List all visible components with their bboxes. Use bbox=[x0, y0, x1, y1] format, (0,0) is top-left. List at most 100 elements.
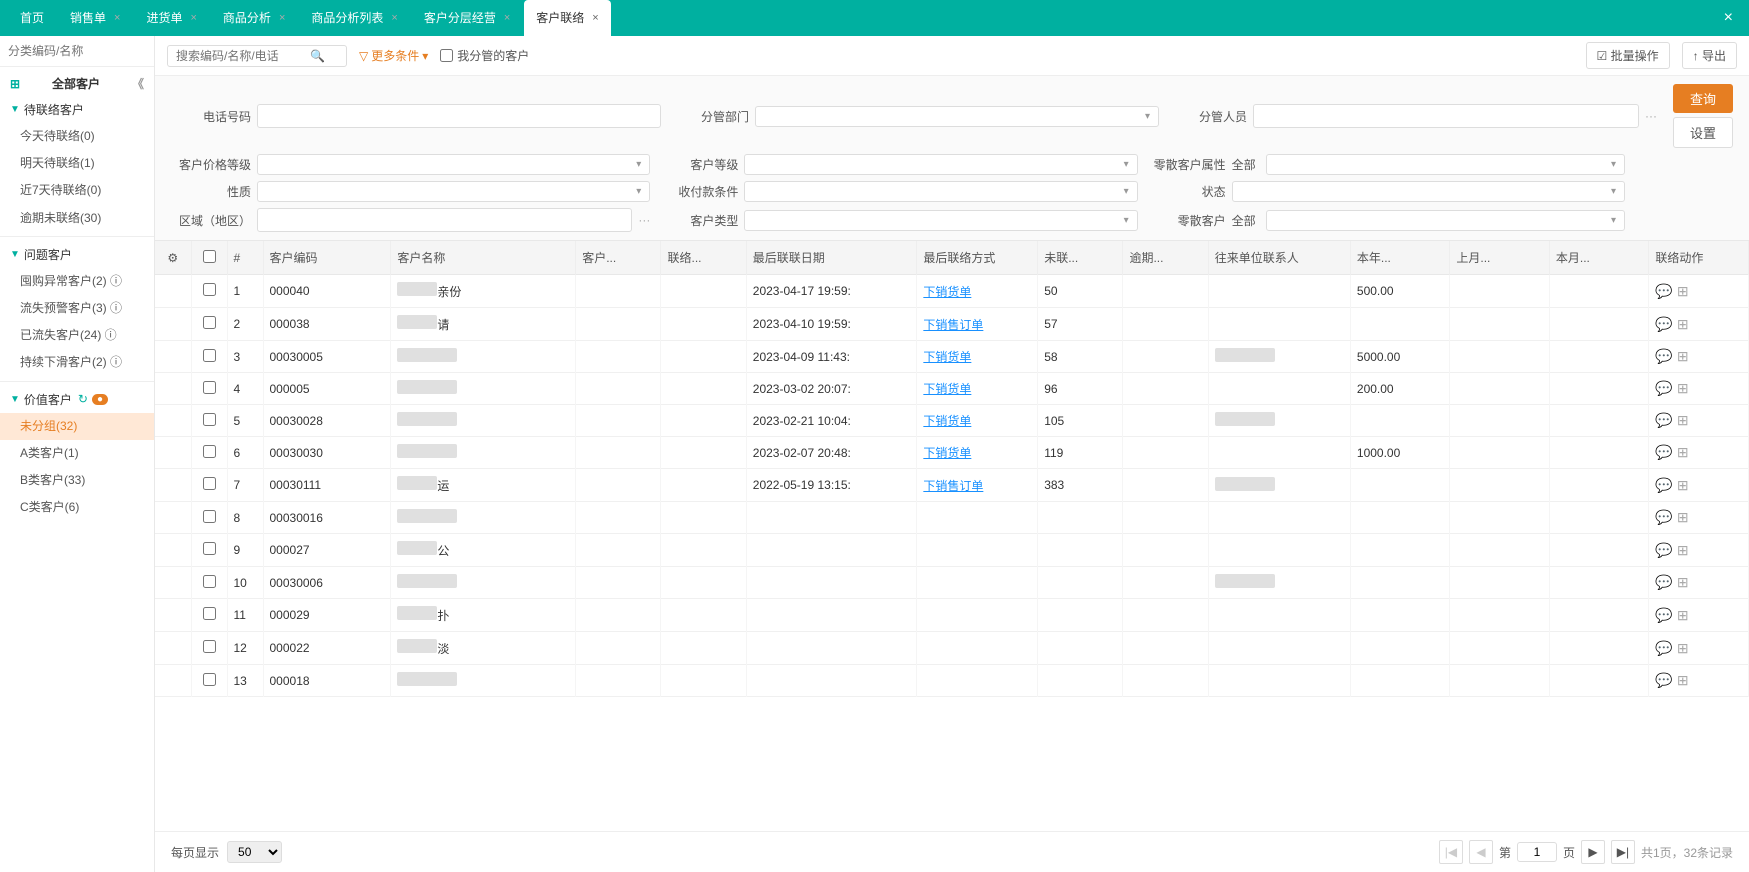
sidebar-item-classA[interactable]: A类客户(1) bbox=[0, 440, 154, 467]
current-page-input[interactable] bbox=[1517, 842, 1557, 862]
grid-action-icon[interactable]: ⊞ bbox=[1677, 607, 1689, 624]
close-purchase-icon[interactable]: × bbox=[190, 0, 196, 36]
scatter-attr-select[interactable]: ▾ bbox=[1266, 154, 1625, 175]
chat-icon[interactable]: 💬 bbox=[1655, 348, 1672, 365]
td-checkbox[interactable] bbox=[191, 632, 227, 665]
sidebar-search-input[interactable] bbox=[8, 44, 155, 58]
sidebar-item-classB[interactable]: B类客户(33) bbox=[0, 467, 154, 494]
my-customers-checkbox[interactable]: 我分管的客户 bbox=[440, 47, 529, 64]
row-checkbox[interactable] bbox=[203, 607, 216, 620]
sidebar-item-churned[interactable]: 已流失客户(24) ⓘ bbox=[0, 322, 154, 349]
grid-action-icon[interactable]: ⊞ bbox=[1677, 283, 1689, 300]
chat-icon[interactable]: 💬 bbox=[1655, 316, 1672, 333]
group-problem[interactable]: ▼ 问题客户 bbox=[0, 241, 154, 268]
last-method-link[interactable]: 下销售订单 bbox=[923, 318, 983, 332]
td-checkbox[interactable] bbox=[191, 567, 227, 599]
reset-button[interactable]: 设置 bbox=[1673, 117, 1733, 148]
manager-dotdot-icon[interactable]: ··· bbox=[1645, 109, 1657, 123]
grid-action-icon[interactable]: ⊞ bbox=[1677, 574, 1689, 591]
grid-action-icon[interactable]: ⊞ bbox=[1677, 672, 1689, 689]
last-method-link[interactable]: 下销货单 bbox=[923, 350, 971, 364]
next-page-button[interactable]: ▶ bbox=[1581, 840, 1605, 864]
close-pa-icon[interactable]: × bbox=[279, 0, 285, 36]
chat-icon[interactable]: 💬 bbox=[1655, 412, 1672, 429]
th-checkbox[interactable] bbox=[191, 241, 227, 275]
row-checkbox[interactable] bbox=[203, 542, 216, 555]
grid-action-icon[interactable]: ⊞ bbox=[1677, 412, 1689, 429]
page-size-select[interactable]: 50 100 200 bbox=[227, 841, 282, 863]
grid-action-icon[interactable]: ⊞ bbox=[1677, 444, 1689, 461]
first-page-button[interactable]: |◀ bbox=[1439, 840, 1463, 864]
row-checkbox[interactable] bbox=[203, 477, 216, 490]
nav-customer-contact[interactable]: 客户联络 × bbox=[524, 0, 610, 36]
row-checkbox[interactable] bbox=[203, 445, 216, 458]
td-checkbox[interactable] bbox=[191, 534, 227, 567]
grid-action-icon[interactable]: ⊞ bbox=[1677, 542, 1689, 559]
td-checkbox[interactable] bbox=[191, 502, 227, 534]
th-name[interactable]: 客户名称 bbox=[391, 241, 576, 275]
filter-search-box[interactable]: 🔍 bbox=[167, 45, 347, 67]
chat-icon[interactable]: 💬 bbox=[1655, 640, 1672, 657]
payment-select[interactable]: ▾ bbox=[744, 181, 1137, 202]
th-this-month[interactable]: 本月... bbox=[1549, 241, 1649, 275]
dept-select[interactable]: ▾ bbox=[755, 106, 1159, 127]
sidebar-item-today[interactable]: 今天待联络(0) bbox=[0, 123, 154, 150]
grid-action-icon[interactable]: ⊞ bbox=[1677, 380, 1689, 397]
chat-icon[interactable]: 💬 bbox=[1655, 672, 1672, 689]
chat-icon[interactable]: 💬 bbox=[1655, 509, 1672, 526]
region-input[interactable] bbox=[257, 208, 632, 232]
grade-select[interactable]: ▾ bbox=[744, 154, 1137, 175]
row-checkbox[interactable] bbox=[203, 283, 216, 296]
th-unit-contact[interactable]: 往来单位联系人 bbox=[1208, 241, 1350, 275]
filter-search-icon[interactable]: 🔍 bbox=[310, 49, 325, 63]
window-close-button[interactable]: × bbox=[1716, 9, 1741, 27]
td-checkbox[interactable] bbox=[191, 469, 227, 502]
scatter-select[interactable]: ▾ bbox=[1266, 210, 1625, 231]
row-checkbox[interactable] bbox=[203, 673, 216, 686]
grid-action-icon[interactable]: ⊞ bbox=[1677, 640, 1689, 657]
export-button[interactable]: ↑ 导出 bbox=[1682, 42, 1737, 69]
row-checkbox[interactable] bbox=[203, 381, 216, 394]
td-checkbox[interactable] bbox=[191, 437, 227, 469]
nav-purchase[interactable]: 进货单 × bbox=[134, 0, 208, 36]
th-last-method[interactable]: 最后联络方式 bbox=[917, 241, 1038, 275]
th-code[interactable]: 客户编码 bbox=[263, 241, 391, 275]
td-checkbox[interactable] bbox=[191, 405, 227, 437]
close-sales-icon[interactable]: × bbox=[114, 0, 120, 36]
status-select[interactable]: ▾ bbox=[1232, 181, 1625, 202]
prev-page-button[interactable]: ◀ bbox=[1469, 840, 1493, 864]
row-checkbox[interactable] bbox=[203, 349, 216, 362]
td-checkbox[interactable] bbox=[191, 599, 227, 632]
group-value[interactable]: ▼ 价值客户 ↻ ● bbox=[0, 386, 154, 413]
grid-action-icon[interactable]: ⊞ bbox=[1677, 477, 1689, 494]
filter-search-input[interactable] bbox=[176, 49, 306, 63]
nav-customer-tier[interactable]: 客户分层经营 × bbox=[412, 0, 522, 36]
last-method-link[interactable]: 下销货单 bbox=[923, 382, 971, 396]
td-checkbox[interactable] bbox=[191, 665, 227, 697]
close-cc-icon[interactable]: × bbox=[592, 0, 598, 36]
nature-select[interactable]: ▾ bbox=[257, 181, 650, 202]
grid-action-icon[interactable]: ⊞ bbox=[1677, 316, 1689, 333]
batch-op-button[interactable]: ☑ 批量操作 bbox=[1586, 42, 1670, 69]
close-pl-icon[interactable]: × bbox=[391, 0, 397, 36]
group-pending[interactable]: ▼ 待联络客户 bbox=[0, 96, 154, 123]
sidebar-item-abnormal[interactable]: 囤购异常客户(2) ⓘ bbox=[0, 268, 154, 295]
chat-icon[interactable]: 💬 bbox=[1655, 477, 1672, 494]
td-checkbox[interactable] bbox=[191, 308, 227, 341]
last-method-link[interactable]: 下销售订单 bbox=[923, 479, 983, 493]
chat-icon[interactable]: 💬 bbox=[1655, 607, 1672, 624]
collapse-icon[interactable]: 《 bbox=[132, 75, 144, 92]
row-checkbox[interactable] bbox=[203, 575, 216, 588]
nav-product-analysis[interactable]: 商品分析 × bbox=[211, 0, 297, 36]
sidebar-item-7days[interactable]: 近7天待联络(0) bbox=[0, 177, 154, 204]
th-last-date[interactable]: 最后联联日期 bbox=[746, 241, 917, 275]
my-customers-check[interactable] bbox=[440, 49, 453, 62]
chat-icon[interactable]: 💬 bbox=[1655, 380, 1672, 397]
th-type[interactable]: 客户... bbox=[576, 241, 661, 275]
manager-input[interactable] bbox=[1253, 104, 1639, 128]
sidebar-item-ungroup[interactable]: 未分组(32) bbox=[0, 413, 154, 440]
last-method-link[interactable]: 下销货单 bbox=[923, 285, 971, 299]
last-method-link[interactable]: 下销货单 bbox=[923, 446, 971, 460]
sidebar-item-tomorrow[interactable]: 明天待联络(1) bbox=[0, 150, 154, 177]
row-checkbox[interactable] bbox=[203, 316, 216, 329]
